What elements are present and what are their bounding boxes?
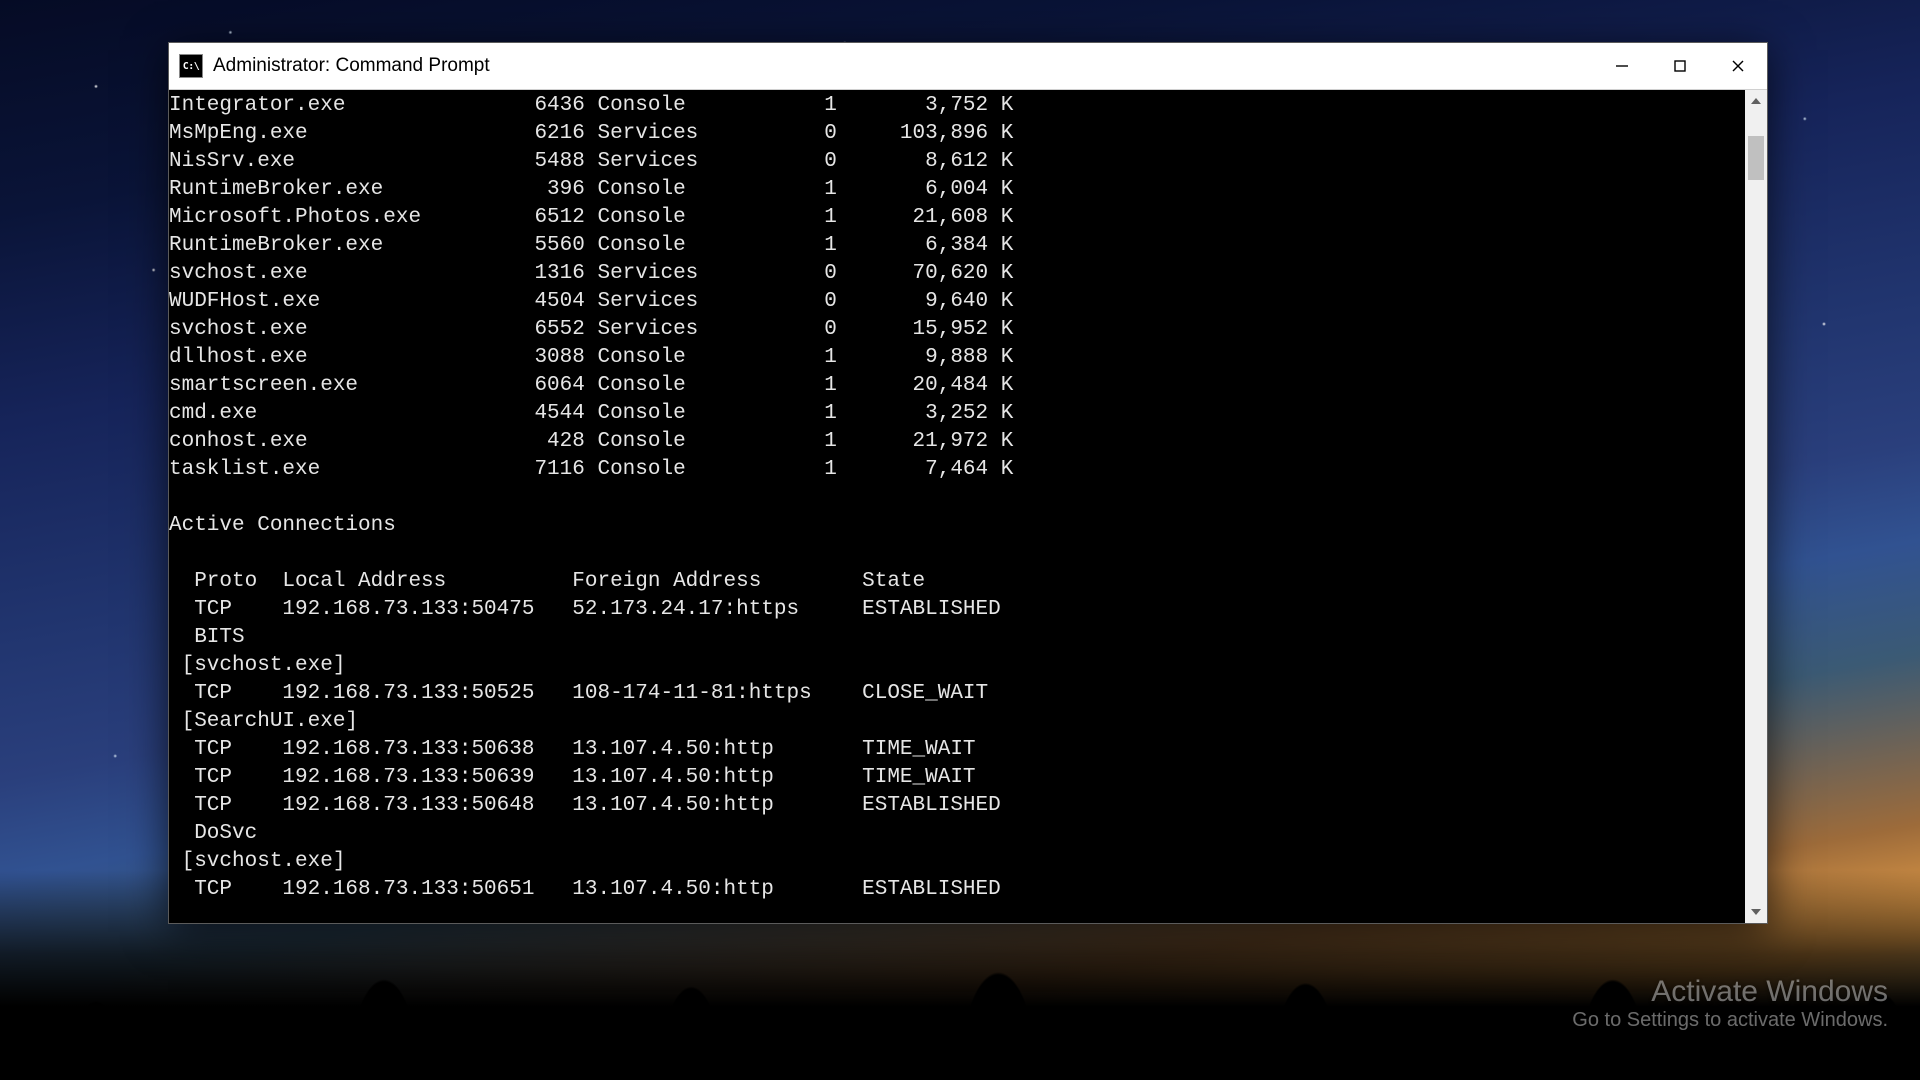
window-title: Administrator: Command Prompt [213, 55, 490, 77]
scroll-down-button[interactable] [1745, 901, 1767, 923]
maximize-button[interactable] [1651, 43, 1709, 89]
window-client-area: Integrator.exe 6436 Console 1 3,752 K Ms… [169, 90, 1767, 923]
chevron-up-icon [1750, 95, 1762, 107]
titlebar[interactable]: C:\ Administrator: Command Prompt [169, 43, 1767, 90]
minimize-button[interactable] [1593, 43, 1651, 89]
scrollbar-track[interactable] [1745, 112, 1767, 901]
close-icon [1731, 59, 1745, 73]
command-prompt-icon: C:\ [179, 54, 203, 78]
scroll-up-button[interactable] [1745, 90, 1767, 112]
console-output[interactable]: Integrator.exe 6436 Console 1 3,752 K Ms… [169, 90, 1745, 923]
close-button[interactable] [1709, 43, 1767, 89]
command-prompt-window: C:\ Administrator: Command Prompt Integr… [168, 42, 1768, 924]
scrollbar-thumb[interactable] [1748, 136, 1764, 180]
maximize-icon [1673, 59, 1687, 73]
chevron-down-icon [1750, 906, 1762, 918]
vertical-scrollbar[interactable] [1745, 90, 1767, 923]
minimize-icon [1615, 59, 1629, 73]
